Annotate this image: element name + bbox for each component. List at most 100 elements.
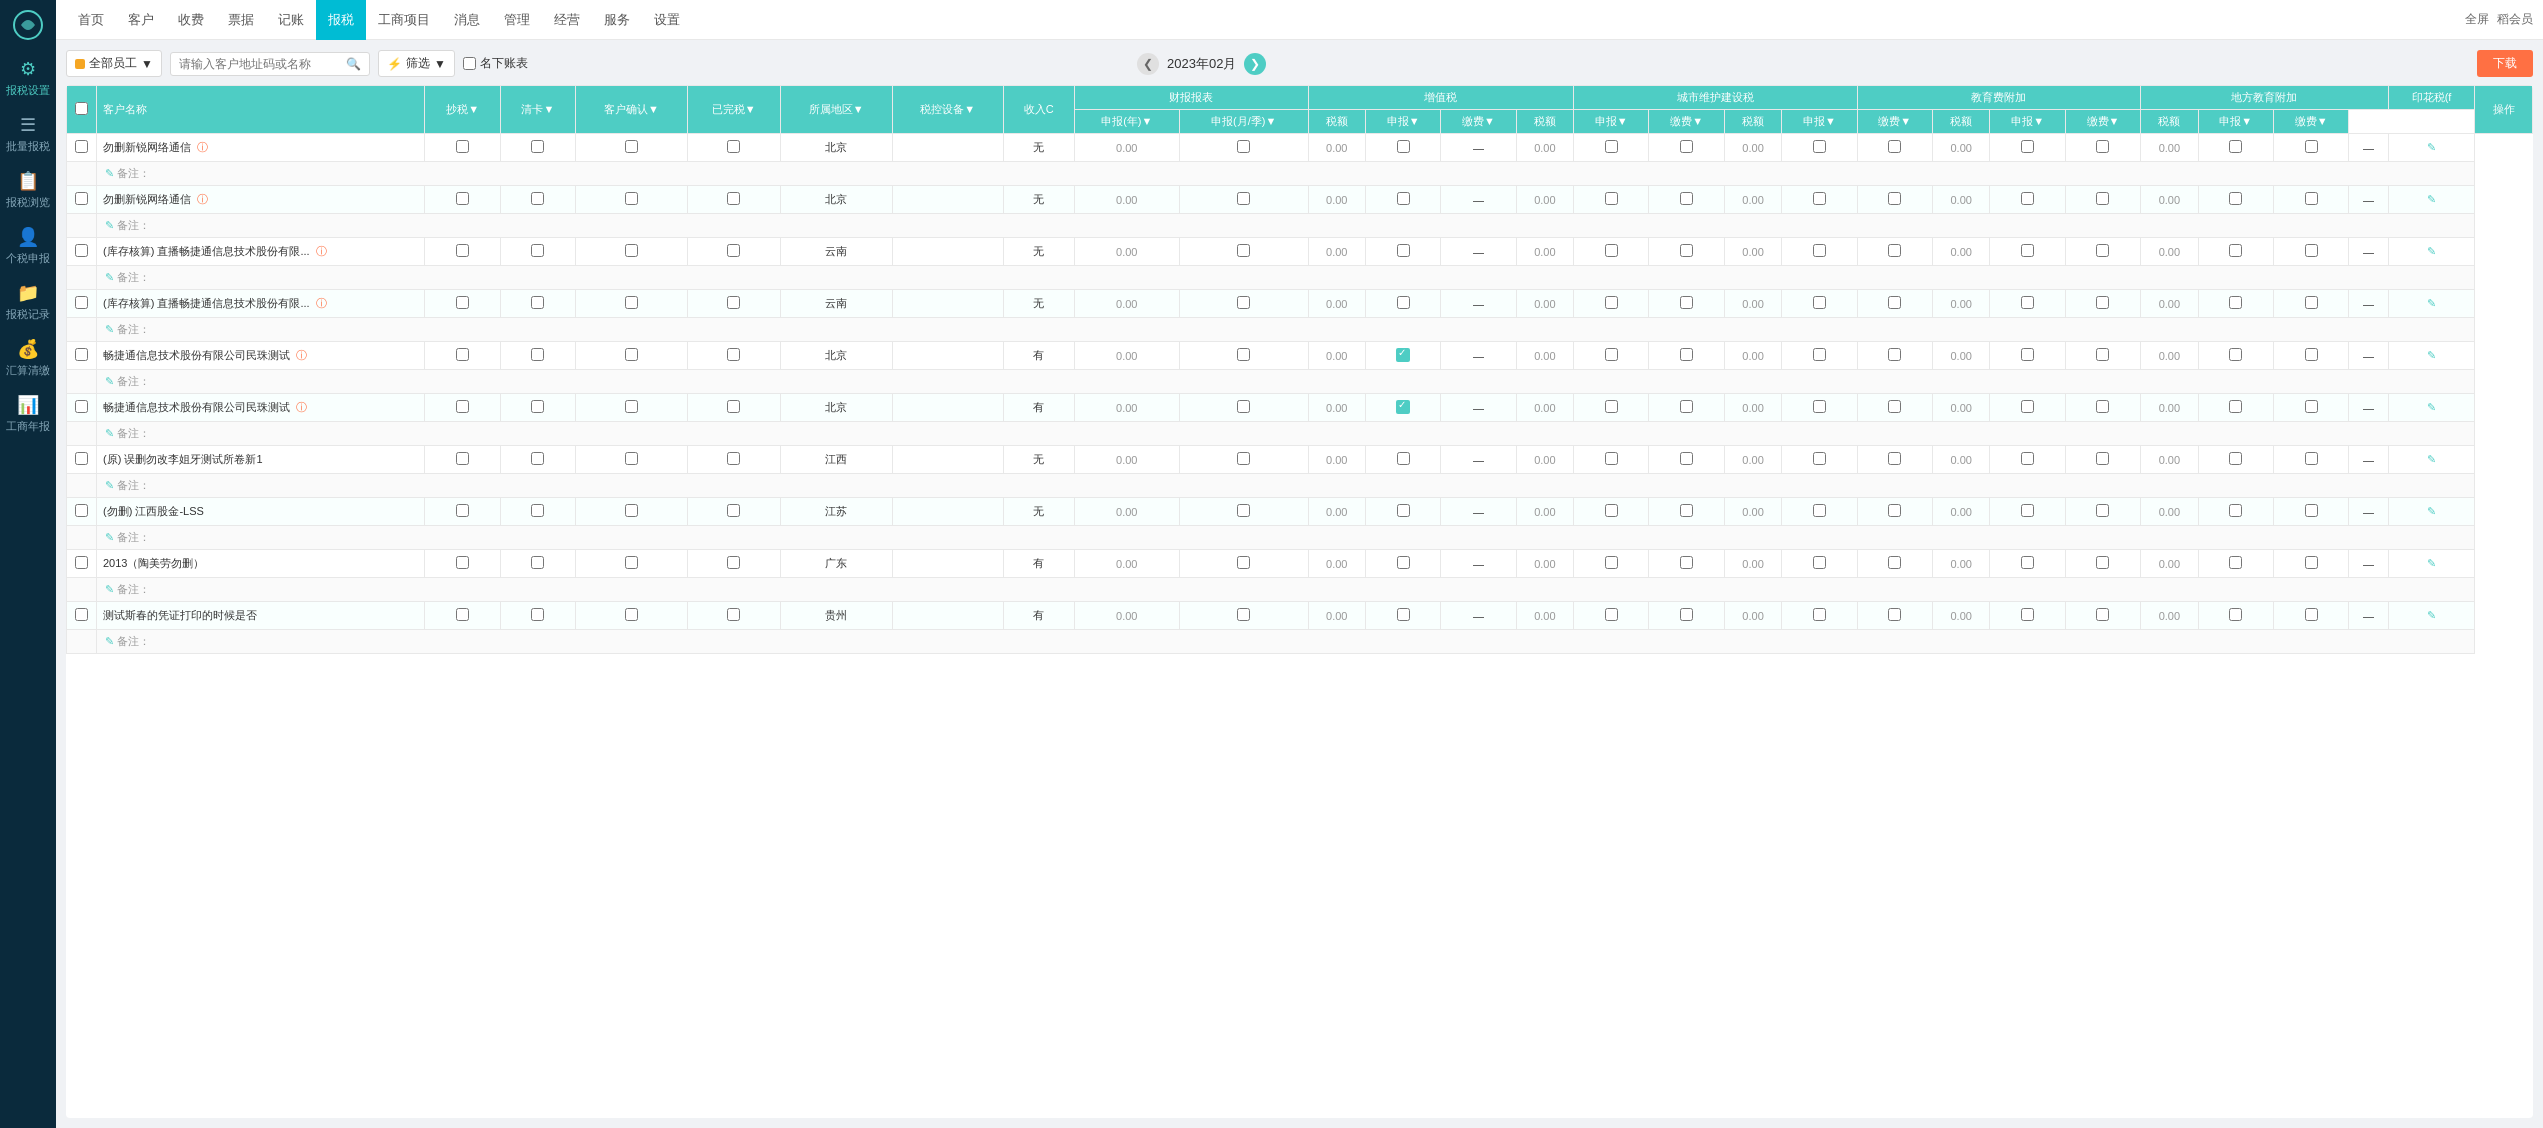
th-checkbox[interactable]	[67, 86, 97, 134]
edit-btn-cell[interactable]: ✎	[2388, 186, 2475, 214]
local-pay-cb-3[interactable]	[2096, 296, 2109, 309]
edu-pay-cb-cell[interactable]	[1857, 394, 1932, 422]
local-declare-cb-3[interactable]	[2021, 296, 2034, 309]
copy-tax-cb-1[interactable]	[456, 192, 469, 205]
row-checkbox-cell[interactable]	[67, 498, 97, 526]
report-month-cb-3[interactable]	[1237, 296, 1250, 309]
select-all-checkbox[interactable]	[75, 102, 88, 115]
local-declare-cb-cell[interactable]	[1990, 394, 2065, 422]
clear-card-cell[interactable]	[500, 134, 575, 162]
local-pay-cb-9[interactable]	[2096, 608, 2109, 621]
stamp-pay-cb-6[interactable]	[2305, 452, 2318, 465]
vat-declare-cb-8[interactable]	[1397, 556, 1410, 569]
local-declare-cb-cell[interactable]	[1990, 238, 2065, 266]
client-confirm-cb-6[interactable]	[625, 452, 638, 465]
stamp-declare-cb-2[interactable]	[2229, 244, 2242, 257]
vat-declare-cb-7[interactable]	[1397, 504, 1410, 517]
report-month-cb-cell[interactable]	[1179, 550, 1308, 578]
city-pay-cb-3[interactable]	[1680, 296, 1693, 309]
stamp-pay-cb-9[interactable]	[2305, 608, 2318, 621]
city-pay-cb-cell[interactable]	[1649, 446, 1724, 474]
city-pay-cb-cell[interactable]	[1649, 238, 1724, 266]
local-pay-cb-7[interactable]	[2096, 504, 2109, 517]
stamp-pay-cb-cell[interactable]	[2273, 446, 2348, 474]
client-confirm-cell[interactable]	[576, 290, 687, 318]
edu-declare-cb-7[interactable]	[1813, 504, 1826, 517]
city-declare-cb-cell[interactable]	[1574, 186, 1649, 214]
row-checkbox-cell[interactable]	[67, 134, 97, 162]
vat-declare-cb-cell[interactable]	[1365, 602, 1440, 630]
vat-declare-cb-cell[interactable]	[1365, 498, 1440, 526]
vat-declare-cb-cell[interactable]	[1365, 550, 1440, 578]
client-confirm-cell[interactable]	[576, 134, 687, 162]
nav-operation[interactable]: 经营	[542, 0, 592, 40]
city-declare-cb-2[interactable]	[1605, 244, 1618, 257]
stamp-declare-cb-cell[interactable]	[2198, 290, 2273, 318]
sidebar-item-tax-browse[interactable]: 📋 报税浏览	[0, 162, 56, 218]
edit-btn-cell[interactable]: ✎	[2388, 394, 2475, 422]
staff-filter[interactable]: 全部员工 ▼	[66, 50, 162, 77]
city-declare-cb-cell[interactable]	[1574, 290, 1649, 318]
city-pay-cb-cell[interactable]	[1649, 186, 1724, 214]
copy-tax-cell[interactable]	[425, 186, 500, 214]
local-declare-cb-cell[interactable]	[1990, 342, 2065, 370]
report-month-cb-1[interactable]	[1237, 192, 1250, 205]
paid-tax-cb-4[interactable]	[727, 348, 740, 361]
stamp-declare-cb-6[interactable]	[2229, 452, 2242, 465]
local-pay-cb-cell[interactable]	[2065, 238, 2140, 266]
local-declare-cb-cell[interactable]	[1990, 446, 2065, 474]
edu-pay-cb-8[interactable]	[1888, 556, 1901, 569]
city-declare-cb-4[interactable]	[1605, 348, 1618, 361]
copy-tax-cell[interactable]	[425, 446, 500, 474]
local-pay-cb-cell[interactable]	[2065, 134, 2140, 162]
stamp-pay-cb-cell[interactable]	[2273, 602, 2348, 630]
city-declare-cb-7[interactable]	[1605, 504, 1618, 517]
copy-tax-cb-3[interactable]	[456, 296, 469, 309]
edu-declare-cb-0[interactable]	[1813, 140, 1826, 153]
clear-card-cb-1[interactable]	[531, 192, 544, 205]
stamp-declare-cb-cell[interactable]	[2198, 134, 2273, 162]
city-pay-cb-cell[interactable]	[1649, 498, 1724, 526]
edit-icon-0[interactable]: ✎	[2427, 141, 2436, 153]
local-pay-cb-6[interactable]	[2096, 452, 2109, 465]
local-pay-cb-0[interactable]	[2096, 140, 2109, 153]
edu-pay-cb-3[interactable]	[1888, 296, 1901, 309]
paid-tax-cell[interactable]	[687, 134, 780, 162]
client-confirm-cb-5[interactable]	[625, 400, 638, 413]
clear-card-cb-8[interactable]	[531, 556, 544, 569]
client-confirm-cell[interactable]	[576, 446, 687, 474]
paid-tax-cell[interactable]	[687, 186, 780, 214]
sidebar-item-annual-report[interactable]: 📊 工商年报	[0, 386, 56, 442]
city-declare-cb-6[interactable]	[1605, 452, 1618, 465]
edu-pay-cb-6[interactable]	[1888, 452, 1901, 465]
copy-tax-cb-2[interactable]	[456, 244, 469, 257]
clear-card-cell[interactable]	[500, 342, 575, 370]
vat-declare-cb-cell[interactable]	[1365, 238, 1440, 266]
stamp-declare-cb-0[interactable]	[2229, 140, 2242, 153]
filter-button[interactable]: ⚡ 筛选 ▼	[378, 50, 455, 77]
copy-tax-cb-4[interactable]	[456, 348, 469, 361]
edu-declare-cb-6[interactable]	[1813, 452, 1826, 465]
stamp-declare-cb-5[interactable]	[2229, 400, 2242, 413]
row-checkbox-cell[interactable]	[67, 342, 97, 370]
edu-pay-cb-1[interactable]	[1888, 192, 1901, 205]
stamp-declare-cb-cell[interactable]	[2198, 602, 2273, 630]
city-declare-cb-0[interactable]	[1605, 140, 1618, 153]
row-checkbox-5[interactable]	[75, 400, 88, 413]
stamp-declare-cb-3[interactable]	[2229, 296, 2242, 309]
city-declare-cb-8[interactable]	[1605, 556, 1618, 569]
city-declare-cb-cell[interactable]	[1574, 602, 1649, 630]
copy-tax-cell[interactable]	[425, 394, 500, 422]
edu-pay-cb-cell[interactable]	[1857, 446, 1932, 474]
paid-tax-cb-0[interactable]	[727, 140, 740, 153]
edit-icon-7[interactable]: ✎	[2427, 505, 2436, 517]
paid-tax-cb-6[interactable]	[727, 452, 740, 465]
sidebar-item-personal-tax[interactable]: 👤 个税申报	[0, 218, 56, 274]
row-checkbox-2[interactable]	[75, 244, 88, 257]
edit-icon-3[interactable]: ✎	[2427, 297, 2436, 309]
clear-card-cell[interactable]	[500, 290, 575, 318]
paid-tax-cell[interactable]	[687, 394, 780, 422]
row-checkbox-9[interactable]	[75, 608, 88, 621]
copy-tax-cell[interactable]	[425, 550, 500, 578]
edu-declare-cb-cell[interactable]	[1782, 602, 1857, 630]
